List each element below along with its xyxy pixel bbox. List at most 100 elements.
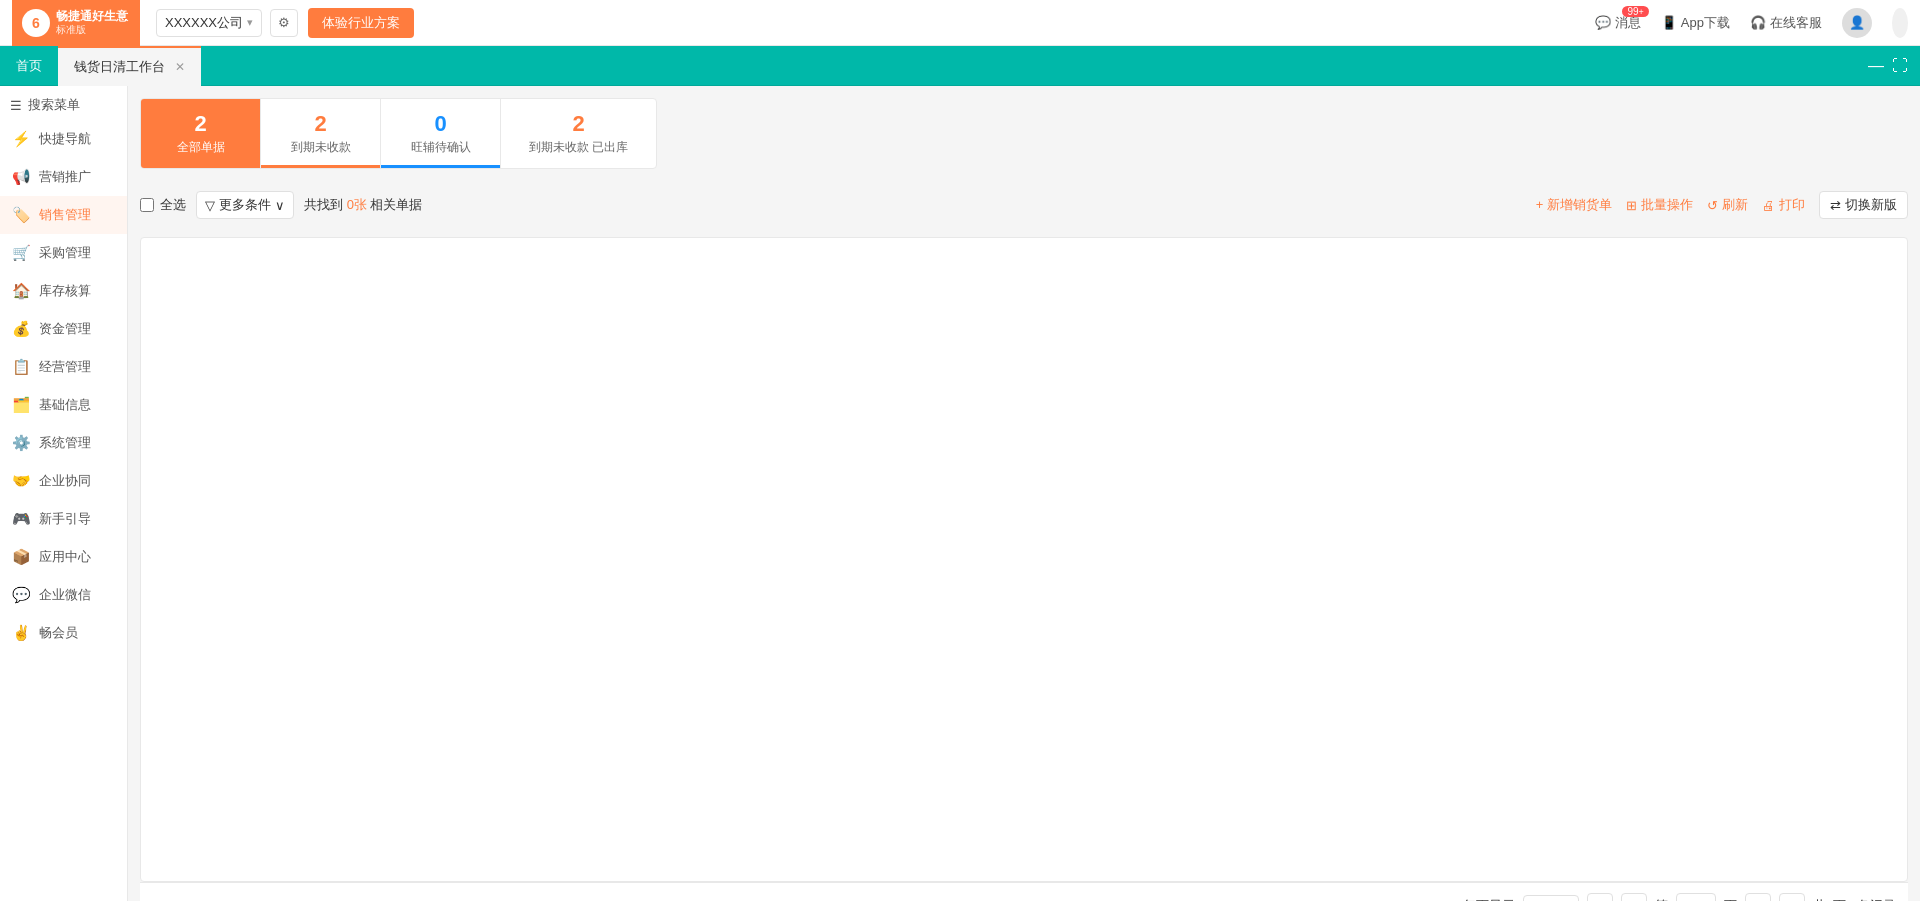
sidebar-item-wechat[interactable]: 💬 企业微信 bbox=[0, 576, 127, 614]
print-label: 打印 bbox=[1779, 196, 1805, 214]
message-item[interactable]: 💬 消息 99+ bbox=[1595, 14, 1641, 32]
tab-home[interactable]: 首页 bbox=[0, 46, 58, 86]
settings-icon[interactable]: ⚙ bbox=[270, 9, 298, 37]
stat-all-number: 2 bbox=[194, 111, 206, 137]
sidebar-item-operation[interactable]: 📋 经营管理 bbox=[0, 348, 127, 386]
sidebar-item-label: 新手引导 bbox=[39, 510, 91, 528]
tab-minimize-icon[interactable]: — bbox=[1868, 57, 1884, 75]
user-name[interactable] bbox=[1892, 8, 1908, 38]
switch-icon: ⇄ bbox=[1830, 198, 1841, 213]
tab-close-icon[interactable]: ✕ bbox=[175, 60, 185, 74]
online-service-label: 在线客服 bbox=[1770, 14, 1822, 32]
member-icon: ✌️ bbox=[12, 624, 31, 642]
stat-overdue-label: 到期未收款 bbox=[291, 139, 351, 156]
logo-sub: 标准版 bbox=[56, 24, 128, 36]
sidebar-item-label: 资金管理 bbox=[39, 320, 91, 338]
more-filters-btn[interactable]: ▽ 更多条件 ∨ bbox=[196, 191, 294, 219]
filter-icon: ▽ bbox=[205, 198, 215, 213]
sales-icon: 🏷️ bbox=[12, 206, 31, 224]
sidebar-item-label: 企业协同 bbox=[39, 472, 91, 490]
stats-row: 2 全部单据 2 到期未收款 0 旺辅待确认 2 到期未收款 已出库 bbox=[140, 98, 657, 169]
chevron-filter-icon: ∨ bbox=[275, 198, 285, 213]
inventory-icon: 🏠 bbox=[12, 282, 31, 300]
found-count: 0张 bbox=[347, 197, 367, 212]
print-btn[interactable]: 🖨 打印 bbox=[1762, 196, 1805, 214]
stat-overdue-underline bbox=[261, 165, 380, 168]
refresh-btn[interactable]: ↺ 刷新 bbox=[1707, 196, 1748, 214]
search-menu-label: 搜索菜单 bbox=[28, 96, 80, 114]
logo-area: 6 畅捷通好生意 标准版 bbox=[12, 0, 140, 46]
found-text: 共找到 0张 相关单据 bbox=[304, 196, 422, 214]
system-icon: ⚙️ bbox=[12, 434, 31, 452]
stat-pending-label: 旺辅待确认 bbox=[411, 139, 471, 156]
online-service-item[interactable]: 🎧 在线客服 bbox=[1750, 14, 1822, 32]
main-layout: ☰ 搜索菜单 ⚡ 快捷导航 📢 营销推广 🏷️ 销售管理 🛒 采购管理 🏠 库存… bbox=[0, 86, 1920, 901]
stat-overdue[interactable]: 2 到期未收款 bbox=[261, 99, 381, 168]
operation-icon: 📋 bbox=[12, 358, 31, 376]
sidebar-item-label: 库存核算 bbox=[39, 282, 91, 300]
avatar-icon: 👤 bbox=[1849, 15, 1865, 30]
logo-title: 畅捷通好生意 bbox=[56, 9, 128, 23]
stat-all-label: 全部单据 bbox=[177, 139, 225, 156]
finance-icon: 💰 bbox=[12, 320, 31, 338]
app-download-item[interactable]: 📱 App下载 bbox=[1661, 14, 1730, 32]
page-body: 2 全部单据 2 到期未收款 0 旺辅待确认 2 到期未收款 已出库 bbox=[128, 86, 1920, 901]
sidebar-item-label: 销售管理 bbox=[39, 206, 91, 224]
sidebar-item-label: 基础信息 bbox=[39, 396, 91, 414]
tab-home-label: 首页 bbox=[16, 57, 42, 75]
prev-page-btn[interactable]: ‹ bbox=[1621, 893, 1647, 901]
tab-expand-icon[interactable]: ⛶ bbox=[1892, 57, 1908, 75]
stat-all[interactable]: 2 全部单据 bbox=[141, 99, 261, 168]
first-page-btn[interactable]: « bbox=[1587, 893, 1613, 901]
page-number-input[interactable] bbox=[1676, 893, 1716, 901]
experience-button[interactable]: 体验行业方案 bbox=[308, 8, 414, 38]
sidebar-item-purchase[interactable]: 🛒 采购管理 bbox=[0, 234, 127, 272]
per-page-select[interactable]: 50 100 200 bbox=[1523, 895, 1579, 902]
sidebar-item-marketing[interactable]: 📢 营销推广 bbox=[0, 158, 127, 196]
sidebar-item-guide[interactable]: 🎮 新手引导 bbox=[0, 500, 127, 538]
last-page-btn[interactable]: » bbox=[1779, 893, 1805, 901]
select-all-checkbox[interactable] bbox=[140, 198, 154, 212]
logo-icon: 6 bbox=[22, 9, 50, 37]
sidebar-item-finance[interactable]: 💰 资金管理 bbox=[0, 310, 127, 348]
sidebar-item-basic-info[interactable]: 🗂️ 基础信息 bbox=[0, 386, 127, 424]
batch-op-btn[interactable]: ⊞ 批量操作 bbox=[1626, 196, 1693, 214]
logo-text: 畅捷通好生意 标准版 bbox=[56, 9, 128, 35]
switch-new-btn[interactable]: ⇄ 切换新版 bbox=[1819, 191, 1908, 219]
stat-overdue-out[interactable]: 2 到期未收款 已出库 bbox=[501, 99, 656, 168]
page-suffix: 页 bbox=[1724, 897, 1737, 901]
sidebar-item-system[interactable]: ⚙️ 系统管理 bbox=[0, 424, 127, 462]
sidebar-item-sales[interactable]: 🏷️ 销售管理 bbox=[0, 196, 127, 234]
sidebar: ☰ 搜索菜单 ⚡ 快捷导航 📢 营销推广 🏷️ 销售管理 🛒 采购管理 🏠 库存… bbox=[0, 86, 128, 901]
new-sales-btn[interactable]: + 新增销货单 bbox=[1536, 196, 1612, 214]
sidebar-item-cooperation[interactable]: 🤝 企业协同 bbox=[0, 462, 127, 500]
stat-overdue-out-label: 到期未收款 已出库 bbox=[529, 139, 628, 156]
sidebar-item-member[interactable]: ✌️ 畅会员 bbox=[0, 614, 127, 652]
next-page-btn[interactable]: › bbox=[1745, 893, 1771, 901]
search-menu-item[interactable]: ☰ 搜索菜单 bbox=[0, 86, 127, 120]
sidebar-item-label: 营销推广 bbox=[39, 168, 91, 186]
sidebar-item-label: 应用中心 bbox=[39, 548, 91, 566]
app-download-icon: 📱 bbox=[1661, 15, 1677, 30]
header-right: 💬 消息 99+ 📱 App下载 🎧 在线客服 👤 bbox=[1595, 8, 1908, 38]
tab-cashflow[interactable]: 钱货日清工作台 ✕ bbox=[58, 46, 201, 86]
total-label: 共0页,0条记录 bbox=[1813, 897, 1896, 901]
message-badge: 99+ bbox=[1622, 6, 1648, 17]
sidebar-item-label: 经营管理 bbox=[39, 358, 91, 376]
avatar[interactable]: 👤 bbox=[1842, 8, 1872, 38]
sidebar-item-app-center[interactable]: 📦 应用中心 bbox=[0, 538, 127, 576]
quick-nav-icon: ⚡ bbox=[12, 130, 31, 148]
online-service-icon: 🎧 bbox=[1750, 15, 1766, 30]
company-selector[interactable]: XXXXXX公司 ▾ bbox=[156, 9, 262, 37]
stat-pending[interactable]: 0 旺辅待确认 bbox=[381, 99, 501, 168]
sidebar-item-label: 畅会员 bbox=[39, 624, 78, 642]
select-all-label[interactable]: 全选 bbox=[140, 196, 186, 214]
refresh-label: 刷新 bbox=[1722, 196, 1748, 214]
sidebar-item-inventory[interactable]: 🏠 库存核算 bbox=[0, 272, 127, 310]
refresh-icon: ↺ bbox=[1707, 198, 1718, 213]
sidebar-item-quick-nav[interactable]: ⚡ 快捷导航 bbox=[0, 120, 127, 158]
sidebar-item-label: 采购管理 bbox=[39, 244, 91, 262]
stat-overdue-out-number: 2 bbox=[573, 111, 585, 137]
toolbar: 全选 ▽ 更多条件 ∨ 共找到 0张 相关单据 + 新增销货单 bbox=[140, 181, 1908, 229]
batch-op-label: 批量操作 bbox=[1641, 196, 1693, 214]
